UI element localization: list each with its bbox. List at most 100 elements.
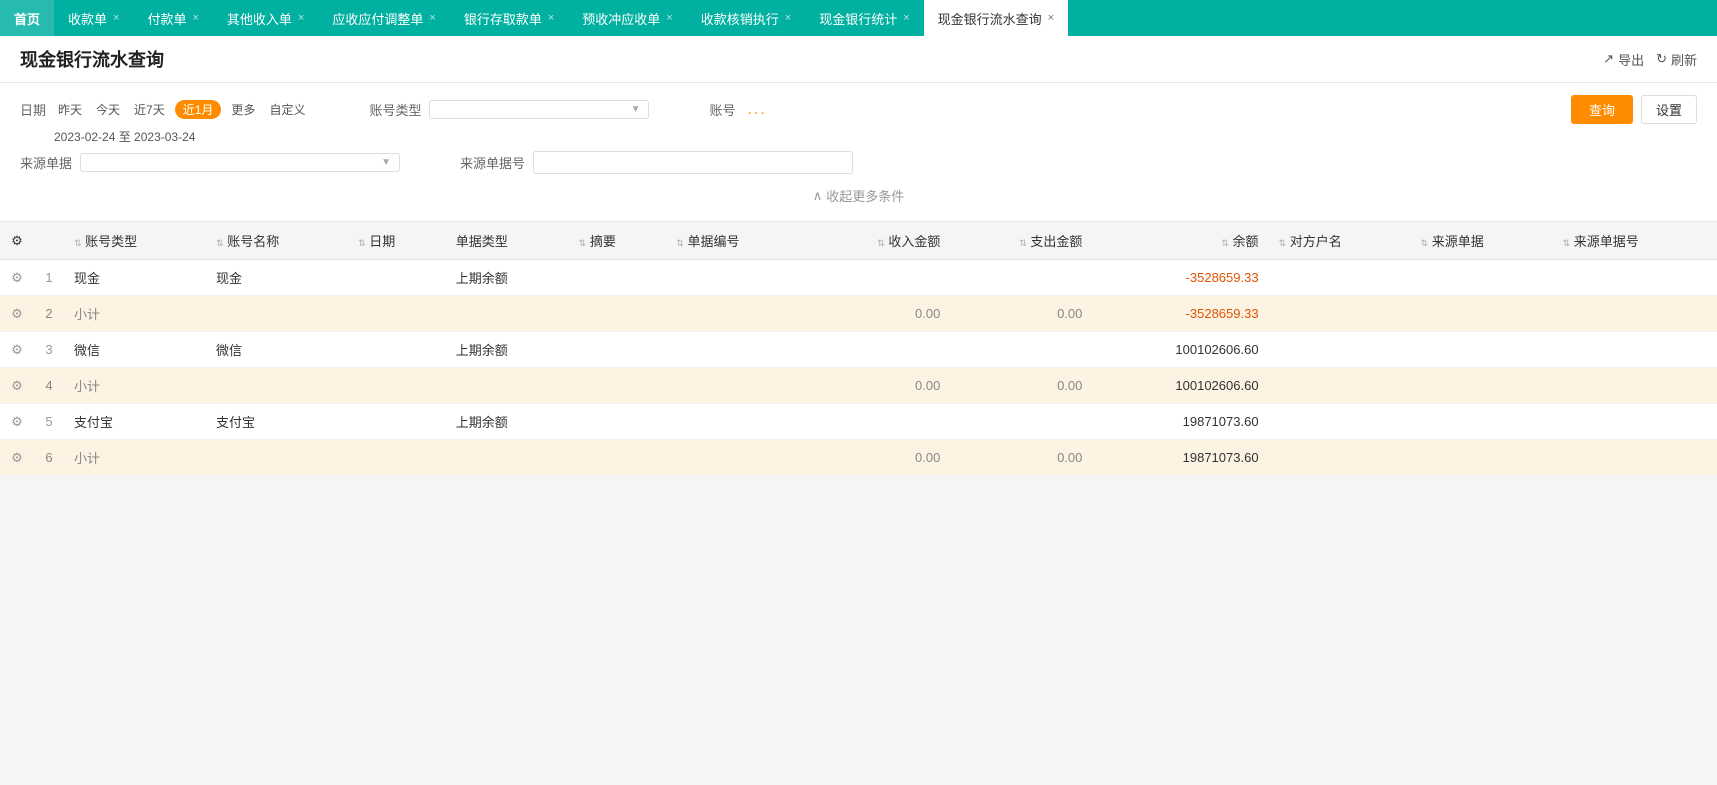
row-income (808, 260, 950, 296)
col-doc-no[interactable]: ⇅ 单据编号 (666, 222, 808, 260)
row-settings[interactable]: ⚙ (0, 296, 34, 332)
row-doc-type: 上期余额 (446, 404, 569, 440)
close-icon-advance-offset[interactable]: × (666, 12, 672, 24)
col-balance[interactable]: ⇅ 余额 (1092, 222, 1268, 260)
col-expense[interactable]: ⇅ 支出金额 (950, 222, 1092, 260)
close-icon-verify-exec[interactable]: × (785, 12, 791, 24)
row-expense (950, 260, 1092, 296)
close-icon-cash-bank-flow[interactable]: × (1048, 12, 1054, 24)
date-opt-custom[interactable]: 自定义 (265, 100, 309, 119)
nav-item-advance-offset[interactable]: 预收冲应收单× (568, 0, 686, 36)
data-table: ⚙ ⇅ 账号类型 ⇅ 账号名称 ⇅ 日期 单据类型 ⇅ 摘要 (0, 222, 1717, 476)
account-type-arrow: ▼ (631, 104, 641, 115)
nav-item-other-income[interactable]: 其他收入单× (213, 0, 318, 36)
row-income (808, 404, 950, 440)
nav-item-cash-bank-flow[interactable]: 现金银行流水查询× (924, 0, 1068, 36)
source-doc-arrow: ▼ (381, 157, 391, 168)
row-account-name: 支付宝 (206, 404, 348, 440)
close-icon-other-income[interactable]: × (298, 12, 304, 24)
nav-item-payment[interactable]: 付款单× (133, 0, 212, 36)
row-settings[interactable]: ⚙ (0, 440, 34, 476)
row-num: 1 (34, 260, 64, 296)
row-num: 5 (34, 404, 64, 440)
col-account-name[interactable]: ⇅ 账号名称 (206, 222, 348, 260)
row-settings[interactable]: ⚙ (0, 332, 34, 368)
nav-item-cash-bank-stat[interactable]: 现金银行统计× (805, 0, 923, 36)
sort-icon-4: ⇅ (579, 238, 587, 248)
date-opt-last7[interactable]: 近7天 (130, 100, 169, 119)
row-summary (569, 296, 667, 332)
row-doc-no (666, 260, 808, 296)
row-date (348, 440, 446, 476)
collapse-bar[interactable]: ∧ 收起更多条件 (20, 182, 1697, 213)
date-opt-yesterday[interactable]: 昨天 (54, 100, 86, 119)
table-header: ⚙ ⇅ 账号类型 ⇅ 账号名称 ⇅ 日期 单据类型 ⇅ 摘要 (0, 222, 1717, 260)
close-icon-cash-bank-stat[interactable]: × (903, 12, 909, 24)
sort-icon-7: ⇅ (1019, 238, 1027, 248)
row-balance: -3528659.33 (1092, 260, 1268, 296)
nav-item-home[interactable]: 首页 (0, 0, 54, 36)
nav-item-receive[interactable]: 收款单× (54, 0, 133, 36)
refresh-button[interactable]: ↻ 刷新 (1656, 50, 1697, 69)
close-icon-bank-deposit[interactable]: × (548, 12, 554, 24)
account-filter: 账号 ... (709, 100, 770, 119)
row-date (348, 332, 446, 368)
nav-item-verify-exec[interactable]: 收款核销执行× (687, 0, 805, 36)
page-title: 现金银行流水查询 (20, 46, 164, 72)
table-row: ⚙ 6 小计 0.00 0.00 19871073.60 (0, 440, 1717, 476)
col-source-doc-no[interactable]: ⇅ 来源单据号 (1553, 222, 1717, 260)
row-num: 2 (34, 296, 64, 332)
nav-item-ap-adjust[interactable]: 应收应付调整单× (318, 0, 449, 36)
col-settings[interactable]: ⚙ (0, 222, 34, 260)
row-account-name (206, 440, 348, 476)
row-balance: 19871073.60 (1092, 440, 1268, 476)
row-income (808, 332, 950, 368)
query-button[interactable]: 查询 (1571, 95, 1633, 124)
row-settings[interactable]: ⚙ (0, 260, 34, 296)
filter-row-2: 来源单据 ▼ 来源单据号 (20, 151, 1697, 174)
row-balance: 100102606.60 (1092, 368, 1268, 404)
header-bar: 现金银行流水查询 ↗ 导出 ↻ 刷新 (0, 36, 1717, 83)
col-source-doc[interactable]: ⇅ 来源单据 (1411, 222, 1553, 260)
settings-button[interactable]: 设置 (1641, 95, 1697, 124)
collapse-label: 收起更多条件 (826, 186, 904, 205)
row-expense (950, 404, 1092, 440)
row-num: 6 (34, 440, 64, 476)
col-date[interactable]: ⇅ 日期 (348, 222, 446, 260)
row-source-doc (1411, 368, 1553, 404)
row-date (348, 404, 446, 440)
export-button[interactable]: ↗ 导出 (1603, 50, 1644, 69)
row-account-type: 小计 (64, 296, 206, 332)
col-income[interactable]: ⇅ 收入金额 (808, 222, 950, 260)
row-counterpart (1269, 440, 1411, 476)
date-opt-last1m[interactable]: 近1月 (175, 100, 222, 119)
row-account-name (206, 368, 348, 404)
table-row: ⚙ 4 小计 0.00 0.00 100102606.60 (0, 368, 1717, 404)
col-account-type[interactable]: ⇅ 账号类型 (64, 222, 206, 260)
row-date (348, 296, 446, 332)
row-summary (569, 260, 667, 296)
row-settings[interactable]: ⚙ (0, 368, 34, 404)
source-doc-no-input[interactable] (533, 151, 853, 174)
col-counterpart[interactable]: ⇅ 对方户名 (1269, 222, 1411, 260)
table-row: ⚙ 5 支付宝 支付宝 上期余额 19871073.60 (0, 404, 1717, 440)
table-row: ⚙ 1 现金 现金 上期余额 -3528659.33 (0, 260, 1717, 296)
close-icon-receive[interactable]: × (113, 12, 119, 24)
date-opt-more[interactable]: 更多 (227, 100, 259, 119)
row-summary (569, 404, 667, 440)
row-source-doc-no (1553, 368, 1717, 404)
close-icon-ap-adjust[interactable]: × (429, 12, 435, 24)
nav-item-bank-deposit[interactable]: 银行存取款单× (450, 0, 568, 36)
table-row: ⚙ 3 微信 微信 上期余额 100102606.60 (0, 332, 1717, 368)
source-doc-select[interactable]: ▼ (80, 153, 400, 172)
close-icon-payment[interactable]: × (192, 12, 198, 24)
row-summary (569, 440, 667, 476)
row-account-type: 小计 (64, 368, 206, 404)
date-opt-today[interactable]: 今天 (92, 100, 124, 119)
row-settings[interactable]: ⚙ (0, 404, 34, 440)
account-dots-btn[interactable]: ... (743, 101, 770, 119)
account-type-select[interactable]: ▼ (429, 100, 649, 119)
row-doc-type (446, 368, 569, 404)
nav-bar: 首页收款单×付款单×其他收入单×应收应付调整单×银行存取款单×预收冲应收单×收款… (0, 0, 1717, 36)
col-summary[interactable]: ⇅ 摘要 (569, 222, 667, 260)
